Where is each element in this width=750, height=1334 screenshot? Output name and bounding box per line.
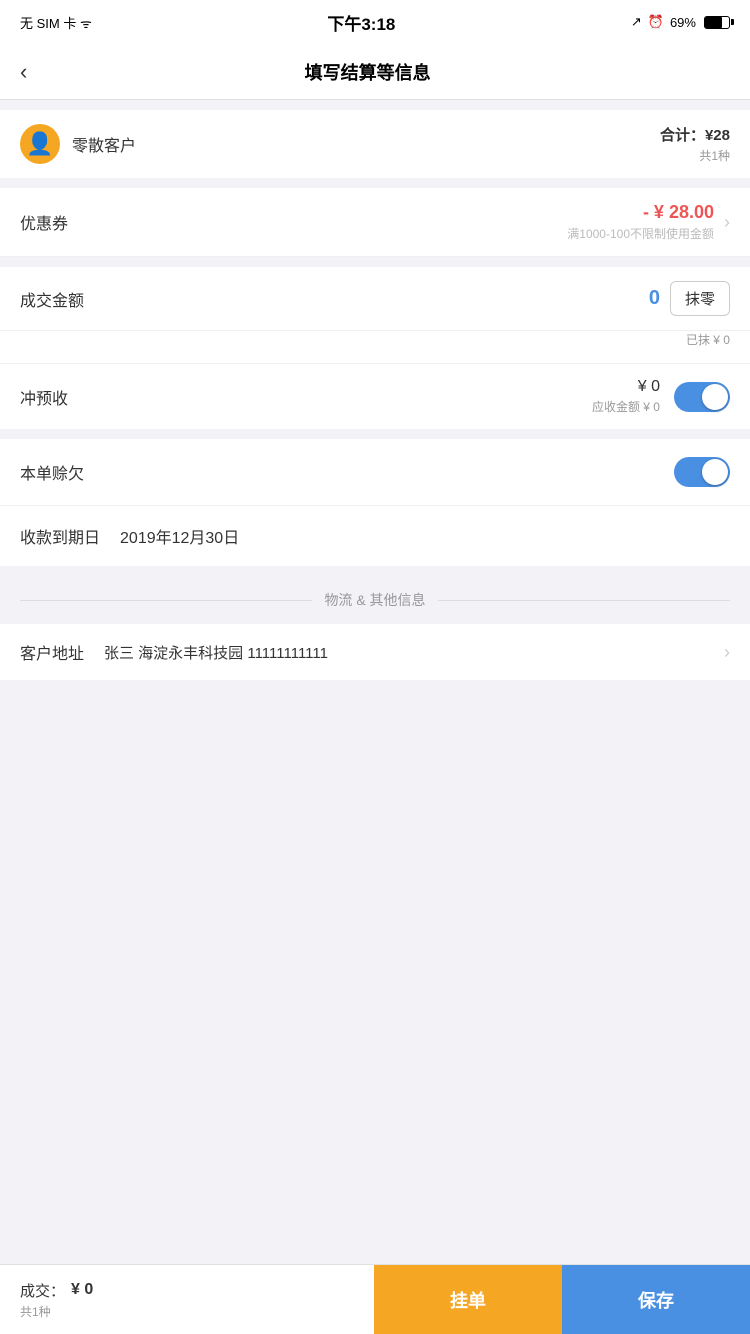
coupon-chevron-icon: › [724,212,730,233]
pre-amounts: ¥ 0 应收金额 ¥ 0 [592,378,660,415]
footer-deal: 成交： ¥ 0 [20,1280,354,1301]
nav-bar: ‹ 填写结算等信息 [0,44,750,100]
logistics-label: 物流 & 其他信息 [324,590,425,610]
footer-count: 共1种 [20,1303,354,1320]
footer-deal-label: 成交： [20,1280,65,1301]
address-section[interactable]: 客户地址 张三 海淀永丰科技园 11111111111 › [0,624,750,680]
credit-label: 本单赊欠 [20,460,84,484]
footer-deal-amount: ¥ 0 [71,1281,93,1299]
due-date-value: 2019年12月30日 [120,524,239,548]
pre-right: ¥ 0 应收金额 ¥ 0 [592,378,730,415]
customer-count: 共1种 [660,147,730,164]
alarm-icon: ⏰ [648,14,664,30]
amount-section: 成交金额 0 抹零 已抹 ¥ 0 冲预收 ¥ 0 应收金额 ¥ 0 [0,267,750,429]
sep-line-left [20,600,312,601]
sep-line-right [438,600,730,601]
logistics-section-sep: 物流 & 其他信息 [0,576,750,624]
footer-info: 成交： ¥ 0 共1种 [0,1280,374,1320]
pre-received-row: 冲预收 ¥ 0 应收金额 ¥ 0 [0,363,750,429]
due-date-row: 收款到期日 2019年12月30日 [0,505,750,566]
status-right: ↗ ⏰ 69% [631,14,730,30]
customer-section: 👤 零散客户 合计：¥28 共1种 [0,110,750,178]
amount-row: 成交金额 0 抹零 [0,267,750,331]
pre-received-label: 冲预收 [20,385,68,409]
coupon-discount: - ¥ 28.00 [567,202,714,223]
customer-row: 👤 零散客户 合计：¥28 共1种 [0,110,750,178]
customer-right: 合计：¥28 共1种 [660,124,730,164]
customer-total: 合计：¥28 [660,124,730,145]
credit-section: 本单赊欠 收款到期日 2019年12月30日 [0,439,750,566]
amount-value: 0 [649,287,660,310]
status-left: 无 SIM 卡 ᯤ [20,13,92,32]
pre-amount-sub: 应收金额 ¥ 0 [592,398,660,415]
back-button[interactable]: ‹ [20,59,27,85]
status-time: 下午3:18 [327,10,395,35]
customer-left: 👤 零散客户 [20,124,136,164]
amount-label: 成交金额 [20,287,84,311]
credit-row: 本单赊欠 [0,439,750,505]
amount-sub-text: 已抹 ¥ 0 [686,333,730,347]
customer-name: 零散客户 [72,132,136,156]
hold-button[interactable]: 挂单 [374,1265,562,1334]
address-value: 张三 海淀永丰科技园 11111111111 [104,642,724,663]
credit-toggle[interactable] [674,457,730,487]
save-button[interactable]: 保存 [562,1265,750,1334]
address-row[interactable]: 客户地址 张三 海淀永丰科技园 11111111111 › [0,624,750,680]
due-date-label: 收款到期日 [20,524,100,548]
address-label: 客户地址 [20,640,84,664]
coupon-row[interactable]: 优惠券 - ¥ 28.00 满1000-100不限制使用金额 › [0,188,750,257]
round-button[interactable]: 抹零 [670,281,730,316]
amount-right: 0 抹零 [649,281,730,316]
coupon-right: - ¥ 28.00 满1000-100不限制使用金额 › [567,202,730,242]
coupon-description: 满1000-100不限制使用金额 [567,225,714,242]
status-bar: 无 SIM 卡 ᯤ 下午3:18 ↗ ⏰ 69% [0,0,750,44]
location-icon: ↗ [631,14,642,30]
pre-amount-value: ¥ 0 [592,378,660,396]
battery-percent: 69% [670,15,696,30]
battery-icon [704,16,730,29]
address-chevron-icon: › [724,642,730,663]
bottom-footer: 成交： ¥ 0 共1种 挂单 保存 [0,1264,750,1334]
page-title: 填写结算等信息 [47,59,688,85]
pre-received-toggle[interactable] [674,382,730,412]
customer-avatar: 👤 [20,124,60,164]
coupon-section[interactable]: 优惠券 - ¥ 28.00 满1000-100不限制使用金额 › [0,188,750,257]
sim-text: 无 SIM 卡 ᯤ [20,13,92,32]
coupon-label: 优惠券 [20,210,68,234]
